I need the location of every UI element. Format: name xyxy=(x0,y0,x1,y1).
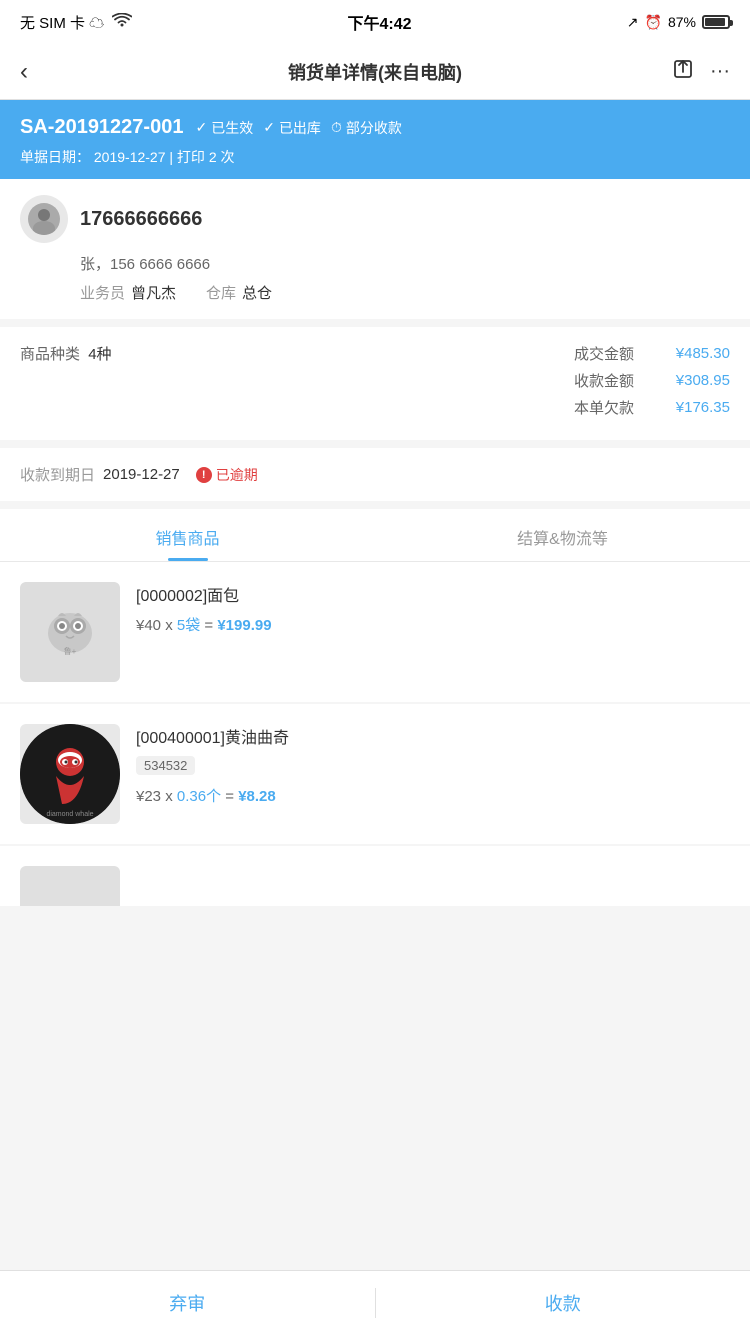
bottom-bar: 弃审 收款 xyxy=(0,1270,750,1334)
product-image-2: diamond whale xyxy=(20,724,120,824)
battery-percent: 87% xyxy=(668,14,696,30)
summary-section: 商品种类 4种 成交金额 ¥485.30 收款金额 ¥308.95 本单欠款 ¥… xyxy=(0,327,750,440)
received-label: 收款金额 xyxy=(574,370,634,391)
customer-name: 17666666666 xyxy=(80,208,202,231)
product-thumb-1: 鲁+ xyxy=(20,582,120,682)
product-info-1: [0000002]面包 ¥40 x 5袋 = ¥199.99 xyxy=(136,582,730,635)
status-right: ↗ ⏰ 87% xyxy=(627,14,730,31)
owl-icon: 鲁+ xyxy=(40,598,100,667)
product-price-1: ¥40 x 5袋 = ¥199.99 xyxy=(136,614,730,635)
overdue-badge: ! 已逾期 xyxy=(196,465,258,485)
owed-amount-row: 本单欠款 ¥176.35 xyxy=(574,397,730,418)
svg-text:鲁+: 鲁+ xyxy=(64,646,77,656)
status-bar: 无 SIM 卡 ☁ 下午4:42 ↗ ⏰ 87% xyxy=(0,0,750,44)
order-date: 2019-12-27 xyxy=(94,149,166,165)
print-info: | 打印 2 次 xyxy=(169,149,234,165)
badge-shipped: ✓ 已出库 xyxy=(263,118,321,138)
received-amount-row: 收款金额 ¥308.95 xyxy=(574,370,730,391)
tabs-section: 销售商品 结算&物流等 xyxy=(0,509,750,562)
date-label: 单据日期： xyxy=(20,149,90,165)
product-count: 4种 xyxy=(88,346,111,363)
product-sku-2: 534532 xyxy=(136,756,195,775)
product-name-2: [000400001]黄油曲奇 xyxy=(136,724,730,748)
product-thumb-3 xyxy=(20,866,120,906)
badge-partial: ⏱ 部分收款 xyxy=(331,118,402,138)
badge-activated: ✓ 已生效 xyxy=(195,118,253,138)
deal-amount-value: ¥485.30 xyxy=(650,345,730,362)
product-name-1: [0000002]面包 xyxy=(136,582,730,606)
product-thumb-2: diamond whale xyxy=(20,724,120,824)
price-base-2: ¥23 xyxy=(136,788,161,805)
overdue-label: 已逾期 xyxy=(216,465,258,485)
svg-text:diamond whale: diamond whale xyxy=(46,811,93,818)
amounts-section: 成交金额 ¥485.30 收款金额 ¥308.95 本单欠款 ¥176.35 xyxy=(574,343,730,424)
customer-meta: 业务员 曾凡杰 仓库 总仓 xyxy=(20,282,730,303)
qty-2: 0.36个 xyxy=(177,788,221,805)
back-button[interactable]: ‹ xyxy=(20,58,60,86)
avatar xyxy=(20,195,68,243)
customer-section: 17666666666 张，156 6666 6666 业务员 曾凡杰 仓库 总… xyxy=(0,179,750,319)
owed-label: 本单欠款 xyxy=(574,397,634,418)
qty-1: 5袋 xyxy=(177,617,200,634)
alarm-icon: ⏰ xyxy=(645,14,662,31)
customer-row: 17666666666 xyxy=(20,195,730,243)
cancel-audit-button[interactable]: 弃审 xyxy=(0,1271,375,1334)
due-section: 收款到期日 2019-12-27 ! 已逾期 xyxy=(0,448,750,501)
share-icon[interactable] xyxy=(672,58,694,86)
clock-icon: ⏱ xyxy=(331,119,342,136)
status-left: 无 SIM 卡 ☁ xyxy=(20,12,132,33)
nav-actions: ··· xyxy=(672,58,730,86)
status-badges: ✓ 已生效 ✓ 已出库 ⏱ 部分收款 xyxy=(195,118,401,138)
product-list: 鲁+ [0000002]面包 ¥40 x 5袋 = ¥199.99 xyxy=(0,562,750,906)
tab-sales-products[interactable]: 销售商品 xyxy=(0,509,375,561)
status-time: 下午4:42 xyxy=(347,10,411,34)
due-label: 收款到期日 xyxy=(20,464,95,485)
warehouse-label: 仓库 xyxy=(206,282,236,303)
product-type-label: 商品种类 xyxy=(20,346,80,363)
battery-icon xyxy=(702,15,730,29)
sales-person: 曾凡杰 xyxy=(131,282,176,303)
check-icon-1: ✓ xyxy=(195,119,207,136)
product-item: diamond whale [000400001]黄油曲奇 534532 ¥23… xyxy=(0,704,750,844)
tab-settlement[interactable]: 结算&物流等 xyxy=(375,509,750,561)
product-item: 鲁+ [0000002]面包 ¥40 x 5袋 = ¥199.99 xyxy=(0,562,750,702)
collect-button[interactable]: 收款 xyxy=(376,1271,750,1334)
deal-amount-label: 成交金额 xyxy=(574,343,634,364)
total-2: ¥8.28 xyxy=(238,788,276,805)
order-date-row: 单据日期： 2019-12-27 | 打印 2 次 xyxy=(20,147,730,167)
more-icon[interactable]: ··· xyxy=(710,60,730,83)
product-info-2: [000400001]黄油曲奇 534532 ¥23 x 0.36个 = ¥8.… xyxy=(136,724,730,806)
deal-amount-row: 成交金额 ¥485.30 xyxy=(574,343,730,364)
product-price-2: ¥23 x 0.36个 = ¥8.28 xyxy=(136,785,730,806)
owed-value: ¥176.35 xyxy=(650,399,730,416)
overdue-icon: ! xyxy=(196,467,212,483)
avatar-icon xyxy=(28,203,60,235)
header-banner: SA-20191227-001 ✓ 已生效 ✓ 已出库 ⏱ 部分收款 单据日期：… xyxy=(0,100,750,179)
warehouse-value: 总仓 xyxy=(242,282,272,303)
check-icon-2: ✓ xyxy=(263,119,275,136)
sim-label: 无 SIM 卡 ☁ xyxy=(20,12,104,33)
nav-bar: ‹ 销货单详情(来自电脑) ··· xyxy=(0,44,750,100)
sales-label: 业务员 xyxy=(80,282,125,303)
price-base-1: ¥40 xyxy=(136,617,161,634)
customer-detail: 张，156 6666 6666 xyxy=(20,253,730,274)
due-date: 2019-12-27 xyxy=(103,466,180,483)
product-type-info: 商品种类 4种 xyxy=(20,343,112,364)
page-title: 销货单详情(来自电脑) xyxy=(288,59,462,85)
wifi-icon xyxy=(112,13,132,31)
received-value: ¥308.95 xyxy=(650,372,730,389)
order-id: SA-20191227-001 xyxy=(20,116,183,139)
total-1: ¥199.99 xyxy=(217,617,271,634)
location-icon: ↗ xyxy=(627,14,639,31)
product-item-partial xyxy=(0,846,750,906)
